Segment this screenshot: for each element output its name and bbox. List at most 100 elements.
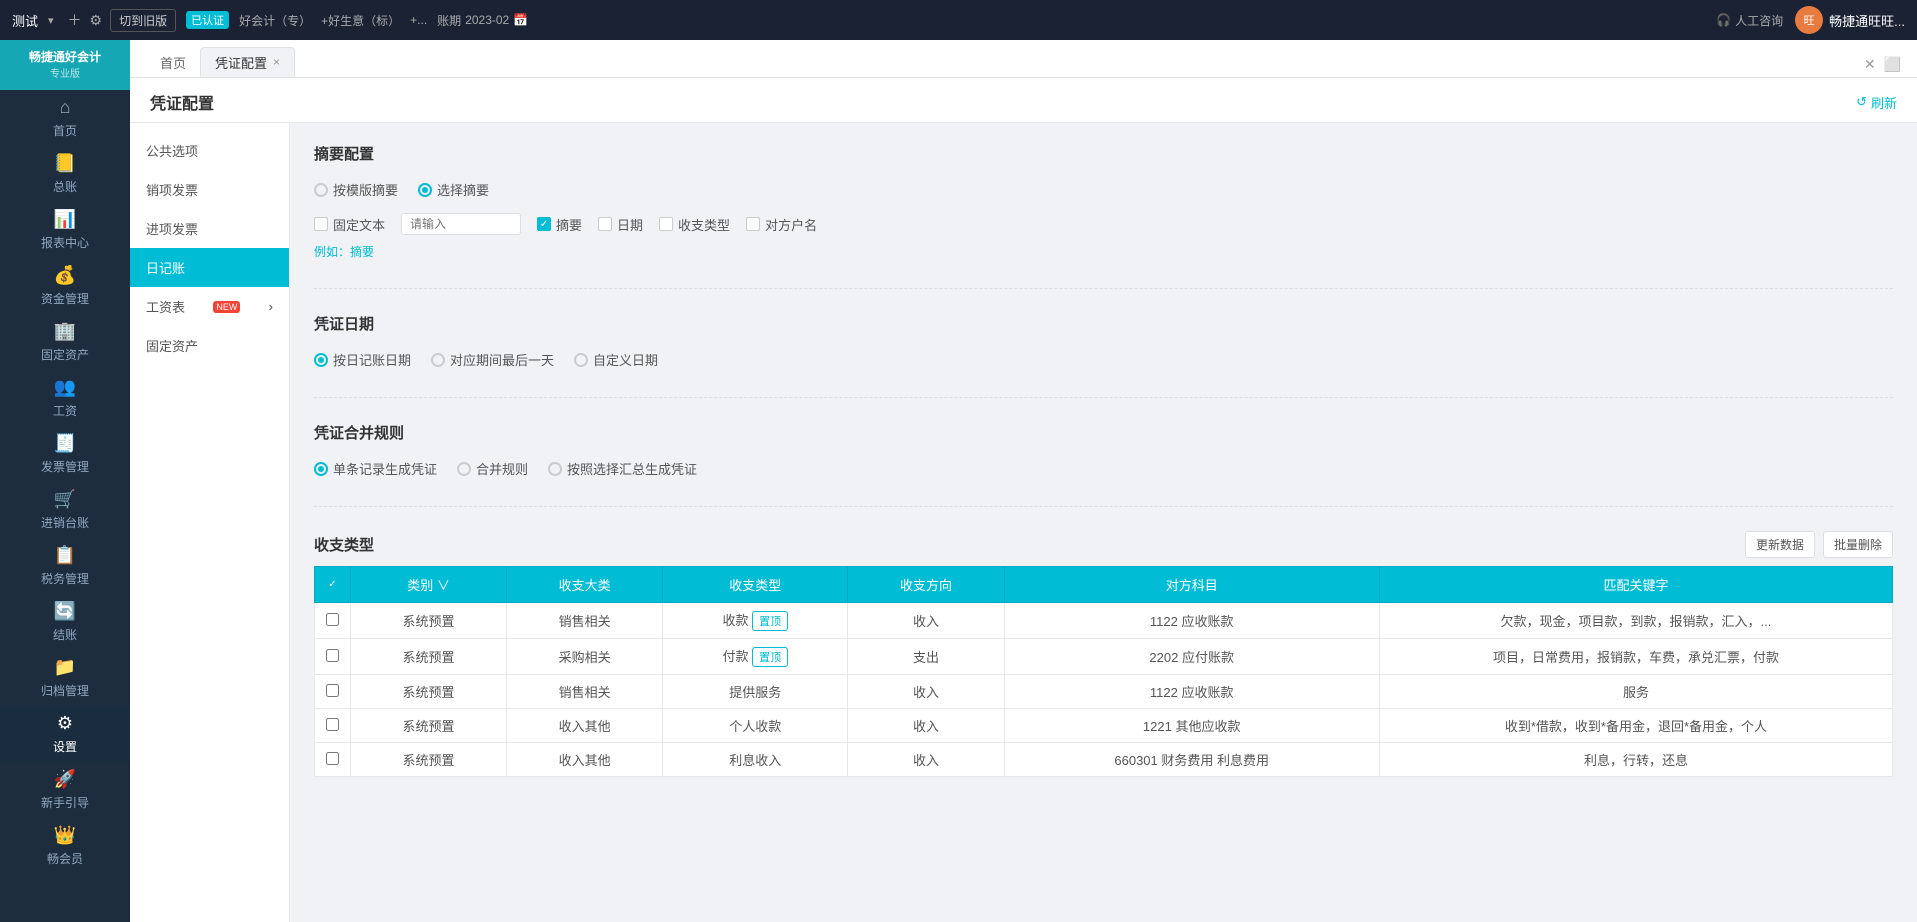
plus-icon[interactable]: ＋	[68, 10, 82, 30]
sidebar-item-settlement[interactable]: 🔄 结账	[0, 594, 130, 650]
row-checkbox-1[interactable]	[326, 649, 339, 662]
left-nav-public[interactable]: 公共选项	[130, 131, 289, 170]
checkbox-counterparty[interactable]: 对方户名	[746, 215, 817, 234]
sidebar-item-ledger[interactable]: 📒 总账	[0, 146, 130, 202]
th-checkbox[interactable]: ✓	[315, 567, 351, 603]
th-direction: 收支方向	[848, 567, 1004, 603]
tab-close-icon[interactable]: ×	[273, 55, 280, 69]
tab-close-window-icon[interactable]: ✕	[1864, 56, 1876, 73]
left-nav-purchase-invoice[interactable]: 进项发票	[130, 209, 289, 248]
top-tag-0[interactable]: 置顶	[752, 611, 788, 631]
batch-delete-btn[interactable]: 批量删除	[1823, 531, 1893, 558]
top-bar-title: 测试	[12, 11, 38, 30]
sidebar-item-reports[interactable]: 📊 报表中心	[0, 202, 130, 258]
checkbox-type-box	[659, 217, 673, 231]
left-nav-fixed-assets[interactable]: 固定资产	[130, 326, 289, 365]
left-nav-payroll[interactable]: 工资表 NEW ›	[130, 287, 289, 326]
td-type-2: 提供服务	[663, 675, 848, 709]
row-checkbox-0[interactable]	[326, 613, 339, 626]
sidebar-item-home[interactable]: ⌂ 首页	[0, 90, 130, 146]
logo: 畅捷通好会计 专业版	[0, 40, 130, 90]
td-account-4: 660301 财务费用 利息费用	[1004, 743, 1379, 777]
td-checkbox-3[interactable]	[315, 709, 351, 743]
sidebar-item-assets[interactable]: 🏢 固定资产	[0, 314, 130, 370]
left-nav-sales-invoice[interactable]: 销项发票	[130, 170, 289, 209]
checkbox-fixed-text-box	[314, 217, 328, 231]
td-checkbox-0[interactable]	[315, 603, 351, 639]
more-tags: +...	[410, 13, 427, 27]
row-checkbox-2[interactable]	[326, 684, 339, 697]
tab-bar-actions: ✕ ⬜	[1864, 56, 1901, 77]
settings-icon[interactable]: ⚙	[90, 12, 103, 29]
row-checkbox-3[interactable]	[326, 718, 339, 731]
radio-custom-date[interactable]: 自定义日期	[574, 350, 658, 369]
td-direction-0: 收入	[848, 603, 1004, 639]
radio-template[interactable]: 按模版摘要	[314, 180, 398, 199]
left-nav-journal[interactable]: 日记账	[130, 248, 289, 287]
checkbox-fixed-text[interactable]: 固定文本	[314, 215, 385, 234]
tab-voucher-config[interactable]: 凭证配置 ×	[200, 47, 295, 77]
calendar-icon[interactable]: 📅	[513, 13, 528, 27]
salary-icon: 👥	[54, 377, 76, 398]
td-checkbox-1[interactable]	[315, 639, 351, 675]
radio-journal-date-label: 按日记账日期	[333, 350, 411, 369]
checkbox-type[interactable]: 收支类型	[659, 215, 730, 234]
fixed-text-input[interactable]	[401, 213, 521, 235]
radio-single[interactable]: 单条记录生成凭证	[314, 459, 437, 478]
radio-select[interactable]: 选择摘要	[418, 180, 489, 199]
radio-merge-rule-circle	[457, 462, 471, 476]
checkbox-summary[interactable]: ✓ 摘要	[537, 215, 582, 234]
sidebar-item-tax[interactable]: 📋 税务管理	[0, 538, 130, 594]
td-account-3: 1221 其他应收款	[1004, 709, 1379, 743]
sidebar-item-member[interactable]: 👑 畅会员	[0, 818, 130, 874]
sidebar-label-settlement: 结账	[53, 626, 77, 643]
td-checkbox-4[interactable]	[315, 743, 351, 777]
radio-journal-date[interactable]: 按日记账日期	[314, 350, 411, 369]
new-badge: NEW	[213, 301, 240, 313]
td-type-3: 个人收款	[663, 709, 848, 743]
tab-home[interactable]: 首页	[146, 47, 200, 77]
consult-button[interactable]: 🎧 人工咨询	[1716, 12, 1783, 29]
sidebar-item-invoices[interactable]: 🧾 发票管理	[0, 426, 130, 482]
page-content: 凭证配置 ↺ 刷新 公共选项 销项发票 进项发票	[130, 78, 1917, 922]
top-bar-dropdown-icon[interactable]: ▾	[48, 14, 54, 27]
sidebar-label-member: 畅会员	[47, 850, 83, 867]
period-label: 账期	[437, 12, 461, 29]
radio-custom-date-label: 自定义日期	[593, 350, 658, 369]
sidebar-item-salary[interactable]: 👥 工资	[0, 370, 130, 426]
sidebar-item-guide[interactable]: 🚀 新手引导	[0, 762, 130, 818]
checkbox-counterparty-label: 对方户名	[765, 215, 817, 234]
tab-voucher-config-label: 凭证配置	[215, 53, 267, 72]
radio-period-last[interactable]: 对应期间最后一天	[431, 350, 554, 369]
radio-select-label: 选择摘要	[437, 180, 489, 199]
update-data-btn[interactable]: 更新数据	[1745, 531, 1815, 558]
row-checkbox-4[interactable]	[326, 752, 339, 765]
td-account-2: 1122 应收账款	[1004, 675, 1379, 709]
user-menu[interactable]: 旺 畅捷通旺旺...	[1795, 6, 1905, 34]
sidebar-label-ledger: 总账	[53, 178, 77, 195]
radio-merge-rule[interactable]: 合并规则	[457, 459, 528, 478]
checkbox-date[interactable]: 日期	[598, 215, 643, 234]
certified-tag: 已认证	[186, 11, 229, 29]
refresh-label: 刷新	[1871, 93, 1897, 112]
member-icon: 👑	[54, 825, 76, 846]
sidebar-item-archive[interactable]: 📁 归档管理	[0, 650, 130, 706]
sidebar-item-settings[interactable]: ⚙ 设置	[0, 706, 130, 762]
td-checkbox-2[interactable]	[315, 675, 351, 709]
tab-maximize-icon[interactable]: ⬜	[1884, 56, 1901, 73]
sidebar-item-funds[interactable]: 💰 资金管理	[0, 258, 130, 314]
radio-select-total[interactable]: 按照选择汇总生成凭证	[548, 459, 697, 478]
sidebar-item-purchase[interactable]: 🛒 进销台账	[0, 482, 130, 538]
radio-period-last-circle	[431, 353, 445, 367]
refresh-button[interactable]: ↺ 刷新	[1856, 93, 1897, 112]
checkbox-date-label: 日期	[617, 215, 643, 234]
top-tag-1[interactable]: 置顶	[752, 647, 788, 667]
logo-text: 畅捷通好会计	[29, 50, 101, 66]
sidebar-label-invoices: 发票管理	[41, 458, 89, 475]
table-row: 系统预置 收入其他 个人收款 收入 1221 其他应收款 收到*借款，收到*备用…	[315, 709, 1893, 743]
top-bar: 测试 ▾ ＋ ⚙ 切到旧版 已认证 好会计（专） +好生意（标） +... 账期…	[0, 0, 1917, 40]
merge-section-title: 凭证合并规则	[314, 422, 1893, 443]
switch-version-btn[interactable]: 切到旧版	[110, 9, 176, 32]
settlement-icon: 🔄	[54, 601, 76, 622]
accounting-tag: 好会计（专）	[239, 12, 311, 29]
